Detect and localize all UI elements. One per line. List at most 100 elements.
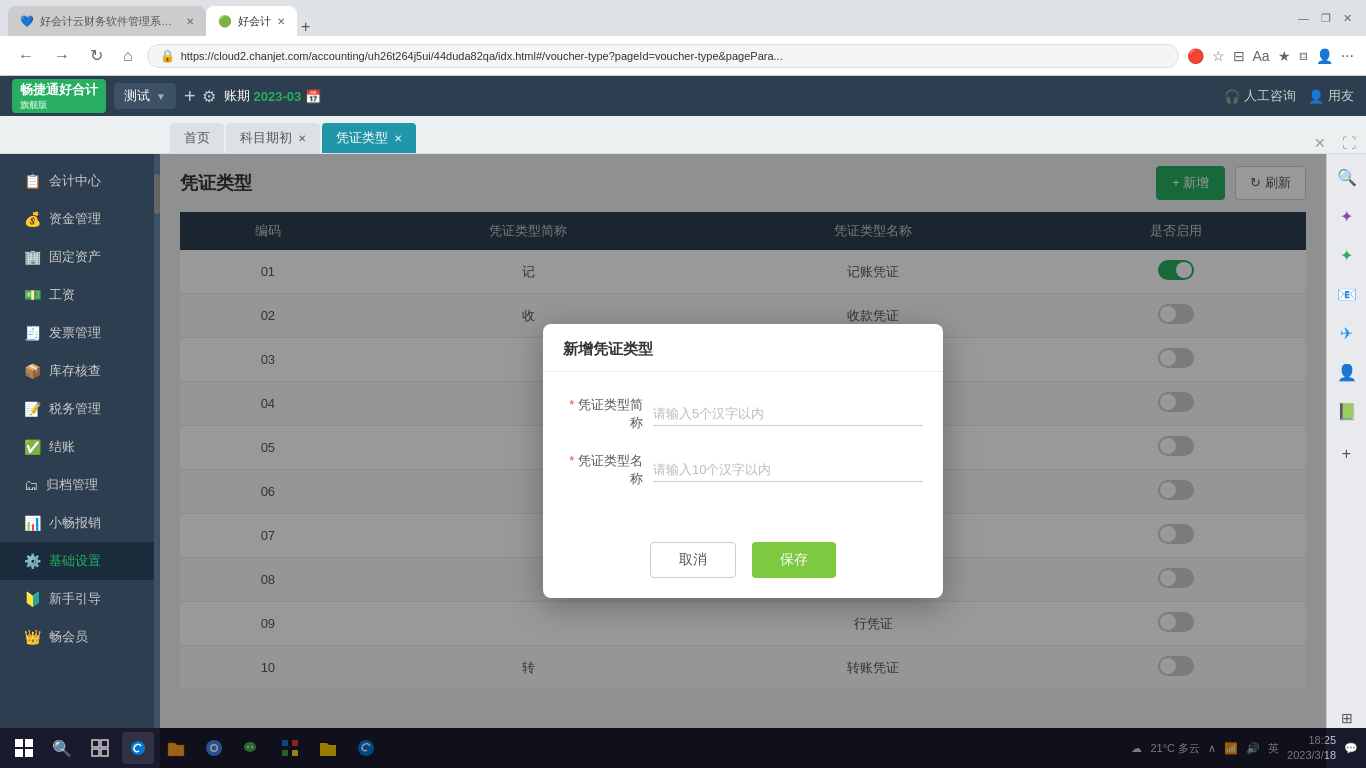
consult-label: 人工咨询 xyxy=(1244,87,1296,105)
svg-rect-3 xyxy=(25,749,33,757)
add-icon[interactable]: + xyxy=(184,85,196,108)
sidebar-item-invoice[interactable]: 🧾 发票管理 xyxy=(0,314,160,352)
funds-icon: 💰 xyxy=(24,211,41,227)
header-right: 🎧 人工咨询 👤 用友 xyxy=(1224,87,1354,105)
tab-voucher-type[interactable]: 凭证类型 ✕ xyxy=(322,123,416,153)
sidebar-item-inventory-label: 库存核查 xyxy=(49,362,101,380)
new-voucher-type-dialog: 新增凭证类型 凭证类型简称 凭证类型名称 取消 保存 xyxy=(543,324,943,598)
sidebar-item-checkout[interactable]: ✅ 结账 xyxy=(0,428,160,466)
window-maximize[interactable]: ❐ xyxy=(1315,10,1337,27)
security-icon: 🔒 xyxy=(160,49,175,63)
sidebar-item-tax[interactable]: 📝 税务管理 xyxy=(0,390,160,428)
settings-icon[interactable]: ⚙ xyxy=(202,87,216,106)
extensions-icon[interactable]: 🔴 xyxy=(1187,48,1204,64)
app-logo-sub: 旗舰版 xyxy=(20,99,98,112)
url-bar[interactable]: 🔒 https://cloud2.chanjet.com/accounting/… xyxy=(147,44,1179,68)
sidebar-item-salary[interactable]: 💵 工资 xyxy=(0,276,160,314)
period-calendar-icon[interactable]: 📅 xyxy=(305,89,321,104)
user-menu[interactable]: 👤 用友 xyxy=(1308,87,1354,105)
nav-refresh[interactable]: ↻ xyxy=(84,44,109,67)
abbr-input[interactable] xyxy=(653,402,923,426)
sidebar-item-archive[interactable]: 🗂 归档管理 xyxy=(0,466,160,504)
tab-voucher-type-close[interactable]: ✕ xyxy=(394,133,402,144)
sidebar-item-archive-label: 归档管理 xyxy=(46,476,98,494)
member-icon: 👑 xyxy=(24,629,41,645)
browser-tab-1-label: 好会计云财务软件管理系统_会计 xyxy=(40,14,180,29)
sidebar-item-expense[interactable]: 📊 小畅报销 xyxy=(0,504,160,542)
side-copilot-icon[interactable]: ✦ xyxy=(1334,240,1359,271)
sidebar-item-member[interactable]: 👑 畅会员 xyxy=(0,618,160,656)
user-avatar-icon: 👤 xyxy=(1308,89,1324,104)
dialog-body: 凭证类型简称 凭证类型名称 xyxy=(543,372,943,532)
side-apps-icon[interactable]: 📗 xyxy=(1331,396,1363,427)
nav-back[interactable]: ← xyxy=(12,45,40,67)
bookmark-icon[interactable]: ☆ xyxy=(1212,48,1225,64)
sidebar-item-assets[interactable]: 🏢 固定资产 xyxy=(0,238,160,276)
side-user-icon[interactable]: 👤 xyxy=(1331,357,1363,388)
name-field-row: 凭证类型名称 xyxy=(563,452,923,488)
favorites-icon[interactable]: ★ xyxy=(1278,48,1291,64)
start-button[interactable] xyxy=(8,732,40,764)
reading-mode-icon[interactable]: Aa xyxy=(1253,48,1270,64)
sidebar-item-funds-label: 资金管理 xyxy=(49,210,101,228)
side-favorites-icon[interactable]: ✦ xyxy=(1334,201,1359,232)
browser-tab-2[interactable]: 🟢 好会计 ✕ xyxy=(206,6,297,36)
app-tabs-bar: 首页 科目期初 ✕ 凭证类型 ✕ ✕ ⛶ xyxy=(0,116,1366,154)
salary-icon: 💵 xyxy=(24,287,41,303)
window-close[interactable]: ✕ xyxy=(1337,10,1358,27)
browser-tabs-bar: 💙 好会计云财务软件管理系统_会计 ✕ 🟢 好会计 ✕ + xyxy=(0,0,1292,36)
sidebar-item-inventory[interactable]: 📦 库存核查 xyxy=(0,352,160,390)
sidebar-item-accounting-label: 会计中心 xyxy=(49,172,101,190)
sidebar-item-assets-label: 固定资产 xyxy=(49,248,101,266)
sidebar-item-invoice-label: 发票管理 xyxy=(49,324,101,342)
name-input[interactable] xyxy=(653,458,923,482)
side-collections-icon[interactable]: ✈ xyxy=(1334,318,1359,349)
window-minimize[interactable]: — xyxy=(1292,10,1315,26)
tab-subject-init-label: 科目期初 xyxy=(240,129,292,147)
split-view-icon[interactable]: ⊟ xyxy=(1233,48,1245,64)
tab-area-close-icon[interactable]: ✕ xyxy=(1308,133,1332,153)
side-search-icon[interactable]: 🔍 xyxy=(1331,162,1363,193)
tax-icon: 📝 xyxy=(24,401,41,417)
side-add-icon[interactable]: + xyxy=(1336,439,1357,469)
collections-icon[interactable]: ⧈ xyxy=(1299,47,1308,64)
save-button[interactable]: 保存 xyxy=(752,542,836,578)
svg-rect-5 xyxy=(101,740,108,747)
svg-rect-2 xyxy=(15,749,23,757)
svg-rect-7 xyxy=(101,749,108,756)
taskbar-notification-icon[interactable]: 💬 xyxy=(1344,742,1358,755)
tab-area-expand-icon[interactable]: ⛶ xyxy=(1336,133,1362,153)
svg-rect-4 xyxy=(92,740,99,747)
tab-subject-init[interactable]: 科目期初 ✕ xyxy=(226,123,320,153)
more-icon[interactable]: ··· xyxy=(1341,47,1354,65)
workspace-selector[interactable]: 测试 ▼ xyxy=(114,83,176,109)
profile-icon[interactable]: 👤 xyxy=(1316,48,1333,64)
cancel-button[interactable]: 取消 xyxy=(650,542,736,578)
period-label: 账期 xyxy=(224,87,250,105)
app-logo: 畅捷通好合计 旗舰版 xyxy=(12,79,106,114)
sidebar-item-funds[interactable]: 💰 资金管理 xyxy=(0,200,160,238)
tab-subject-init-close[interactable]: ✕ xyxy=(298,133,306,144)
browser-tab-1-close[interactable]: ✕ xyxy=(186,16,194,27)
taskbar-multitask-icon[interactable] xyxy=(84,732,116,764)
taskbar-edge-icon[interactable] xyxy=(122,732,154,764)
sidebar-item-checkout-label: 结账 xyxy=(49,438,75,456)
tab-home[interactable]: 首页 xyxy=(170,123,224,153)
browser-tab-2-close[interactable]: ✕ xyxy=(277,16,285,27)
sidebar-item-salary-label: 工资 xyxy=(49,286,75,304)
side-outlook-icon[interactable]: 📧 xyxy=(1331,279,1363,310)
sidebar-item-accounting[interactable]: 📋 会计中心 xyxy=(0,162,160,200)
new-tab-button[interactable]: + xyxy=(301,18,310,36)
header-icons: + ⚙ xyxy=(184,85,216,108)
app-header: 畅捷通好合计 旗舰版 测试 ▼ + ⚙ 账期 2023-03 📅 🎧 人工咨询 … xyxy=(0,76,1366,116)
taskbar-search-button[interactable]: 🔍 xyxy=(46,732,78,764)
tab-home-label: 首页 xyxy=(184,129,210,147)
sidebar-item-guide[interactable]: 🔰 新手引导 xyxy=(0,580,160,618)
sidebar-item-settings[interactable]: ⚙️ 基础设置 xyxy=(0,542,160,580)
browser-tab-1[interactable]: 💙 好会计云财务软件管理系统_会计 ✕ xyxy=(8,6,206,36)
consult-button[interactable]: 🎧 人工咨询 xyxy=(1224,87,1296,105)
headset-icon: 🎧 xyxy=(1224,89,1240,104)
nav-forward[interactable]: → xyxy=(48,45,76,67)
name-label: 凭证类型名称 xyxy=(563,452,653,488)
nav-home[interactable]: ⌂ xyxy=(117,45,139,67)
